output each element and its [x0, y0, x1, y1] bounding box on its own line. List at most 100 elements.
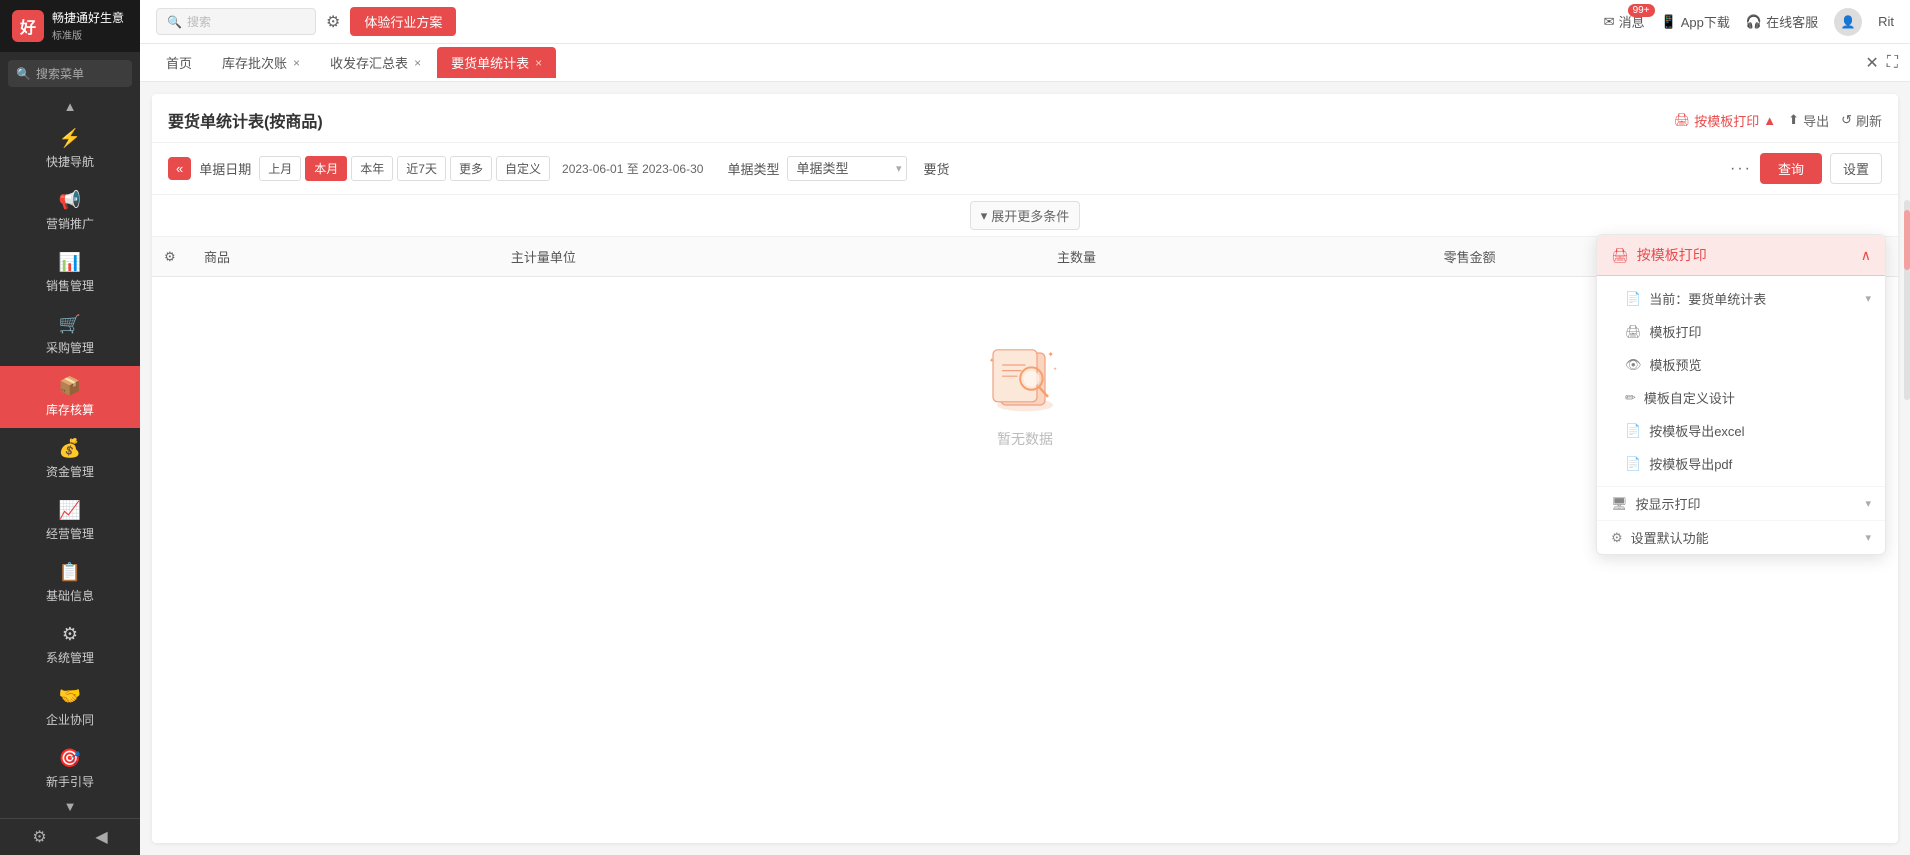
tab-receive-send-summary[interactable]: 收发存汇总表 ×: [316, 47, 435, 78]
dropdown-preview-left: 👁 模板预览: [1625, 355, 1702, 374]
sidebar-item-operations[interactable]: 📈 经营管理: [0, 490, 140, 552]
dropdown-title: 按模板打印: [1637, 245, 1707, 265]
date-btn-last-month[interactable]: 上月: [259, 156, 301, 181]
svg-text:✦: ✦: [989, 358, 994, 365]
app-download-icon: 📱: [1661, 14, 1677, 30]
tab-order-statistics-close[interactable]: ×: [535, 56, 542, 70]
dropdown-customize-item[interactable]: ✏ 模板自定义设计: [1597, 381, 1885, 414]
sidebar-item-guide[interactable]: 🎯 新手引导: [0, 738, 140, 795]
refresh-button[interactable]: ↺ 刷新: [1841, 111, 1882, 130]
collapse-icon[interactable]: ◀: [95, 827, 107, 847]
right-scrollbar[interactable]: [1904, 200, 1910, 400]
type-select-wrap: 单据类型: [787, 156, 907, 181]
table-col-settings: ⚙: [152, 237, 192, 277]
table-col-quantity: 主数量: [1045, 237, 1432, 277]
tab-receive-send-close[interactable]: ×: [414, 56, 421, 70]
print-icon: 🖨: [1674, 112, 1691, 128]
sidebar-item-system[interactable]: ⚙ 系统管理: [0, 614, 140, 676]
empty-text: 暂无数据: [997, 429, 1053, 449]
trial-button[interactable]: 体验行业方案: [350, 7, 456, 36]
sidebar-item-label: 基础信息: [46, 587, 94, 604]
online-service-icon: 🎧: [1746, 14, 1762, 30]
sidebar-item-quick-nav[interactable]: ⚡ 快捷导航: [0, 118, 140, 180]
online-service-button[interactable]: 🎧 在线客服: [1746, 12, 1818, 31]
sidebar-item-sales[interactable]: 📊 销售管理: [0, 242, 140, 304]
user-avatar[interactable]: 👤: [1834, 8, 1862, 36]
type-filter-label: 单据类型: [727, 159, 779, 178]
app-download-button[interactable]: 📱 App下载: [1661, 12, 1730, 31]
filter-row: « 单据日期 上月 本月 本年 近7天 更多 自定义 2023-06-01 至 …: [152, 143, 1898, 195]
tab-order-statistics[interactable]: 要货单统计表 ×: [437, 47, 556, 78]
collapse-expand-button[interactable]: «: [168, 157, 191, 180]
tab-bar: 首页 库存批次账 × 收发存汇总表 × 要货单统计表 × ✕ ⛶: [140, 44, 1910, 82]
sidebar-item-label: 库存核算: [46, 401, 94, 418]
date-btn-more[interactable]: 更多: [450, 156, 492, 181]
sidebar-item-purchase[interactable]: 🛒 采购管理: [0, 304, 140, 366]
dropdown-export-excel-item[interactable]: 📄 按模板导出excel: [1597, 414, 1885, 447]
sidebar-item-enterprise[interactable]: 🤝 企业协同: [0, 676, 140, 738]
refresh-icon: ↺: [1841, 112, 1852, 128]
maximize-window-icon[interactable]: ⛶: [1887, 54, 1898, 72]
username-label: Rit: [1878, 14, 1894, 29]
topbar-gear-icon[interactable]: ⚙: [326, 12, 340, 32]
dropdown-print-item[interactable]: 🖨 模板打印: [1597, 315, 1885, 348]
date-btn-custom[interactable]: 自定义: [496, 156, 550, 181]
export-button[interactable]: ⬆ 导出: [1788, 111, 1829, 130]
search-icon: 🔍: [16, 67, 31, 81]
system-icon: ⚙: [62, 624, 78, 645]
sidebar-item-basic[interactable]: 📋 基础信息: [0, 552, 140, 614]
expand-down-icon: ▾: [981, 208, 988, 224]
display-print-arrow: ▾: [1865, 497, 1871, 510]
dropdown-export-pdf-item[interactable]: 📄 按模板导出pdf: [1597, 447, 1885, 480]
preview-template-icon: 👁: [1625, 357, 1642, 373]
date-btn-this-year[interactable]: 本年: [351, 156, 393, 181]
app-logo-icon: 好: [12, 10, 44, 42]
tab-inventory-batch[interactable]: 库存批次账 ×: [208, 47, 314, 78]
page-header: 要货单统计表(按商品) 🖨 按模板打印 ▲ ⬆ 导出 ↺ 刷新: [152, 94, 1898, 143]
date-btn-this-month[interactable]: 本月: [305, 156, 347, 181]
topbar-search-placeholder: 搜索: [187, 13, 211, 30]
query-button[interactable]: 查询: [1760, 153, 1822, 184]
dropdown-current-section: 📄 当前：要货单统计表 ▾ 🖨 模板打印 👁: [1597, 276, 1885, 486]
svg-text:✦: ✦: [1047, 350, 1054, 359]
table-col-unit: 主计量单位: [499, 237, 1045, 277]
current-template-label: 当前：要货单统计表: [1649, 289, 1766, 308]
column-settings-icon[interactable]: ⚙: [164, 249, 176, 264]
settings-icon[interactable]: ⚙: [32, 827, 46, 847]
close-window-icon[interactable]: ✕: [1865, 53, 1878, 73]
sidebar-scroll-up[interactable]: ▲: [0, 95, 140, 118]
tab-order-statistics-label: 要货单统计表: [451, 53, 529, 72]
empty-illustration: ✦ ✦ ✦: [975, 337, 1075, 417]
dropdown-display-print-item[interactable]: 🖥 按显示打印 ▾: [1597, 486, 1885, 520]
export-icon: ⬆: [1788, 112, 1799, 128]
tab-home[interactable]: 首页: [152, 47, 206, 78]
print-template-button[interactable]: 🖨 按模板打印 ▲: [1674, 111, 1776, 130]
dropdown-current-item[interactable]: 📄 当前：要货单统计表 ▾: [1597, 282, 1885, 315]
topbar-search[interactable]: 🔍 搜索: [156, 8, 316, 35]
sidebar: 好 畅捷通好生意 标准版 🔍 搜索菜单 ▲ ⚡ 快捷导航 📢 营销推广 📊 销售…: [0, 0, 140, 855]
sidebar-item-finance[interactable]: 💰 资金管理: [0, 428, 140, 490]
sidebar-item-marketing[interactable]: 📢 营销推广: [0, 180, 140, 242]
date-btn-7days[interactable]: 近7天: [397, 156, 446, 181]
dropdown-preview-item[interactable]: 👁 模板预览: [1597, 348, 1885, 381]
quick-nav-icon: ⚡: [59, 128, 81, 149]
dropdown-close-icon[interactable]: ∧: [1861, 247, 1871, 264]
operations-icon: 📈: [59, 500, 81, 521]
more-options-icon[interactable]: ···: [1730, 160, 1752, 178]
dropdown-display-print-left: 🖥 按显示打印: [1611, 494, 1701, 513]
expand-conditions-button[interactable]: ▾ 展开更多条件: [970, 201, 1081, 230]
default-func-label: 设置默认功能: [1631, 528, 1709, 547]
settings-button[interactable]: 设置: [1830, 153, 1882, 184]
print-dropdown-arrow: ▲: [1763, 113, 1776, 128]
sidebar-item-inventory[interactable]: 📦 库存核算: [0, 366, 140, 428]
sidebar-item-label: 采购管理: [46, 339, 94, 356]
message-button[interactable]: ✉ 消息 99+: [1604, 12, 1645, 31]
sidebar-search[interactable]: 🔍 搜索菜单: [8, 60, 132, 87]
page-inner: 要货单统计表(按商品) 🖨 按模板打印 ▲ ⬆ 导出 ↺ 刷新: [152, 94, 1898, 843]
topbar: 🔍 搜索 ⚙ 体验行业方案 ✉ 消息 99+ 📱 App下载 🎧 在线客服 👤 …: [140, 0, 1910, 44]
type-select[interactable]: 单据类型: [787, 156, 907, 181]
dropdown-default-func-item[interactable]: ⚙ 设置默认功能 ▾: [1597, 520, 1885, 554]
tab-inventory-batch-close[interactable]: ×: [293, 56, 300, 70]
sidebar-scroll-down[interactable]: ▼: [0, 795, 140, 818]
sidebar-item-label: 企业协同: [46, 711, 94, 728]
